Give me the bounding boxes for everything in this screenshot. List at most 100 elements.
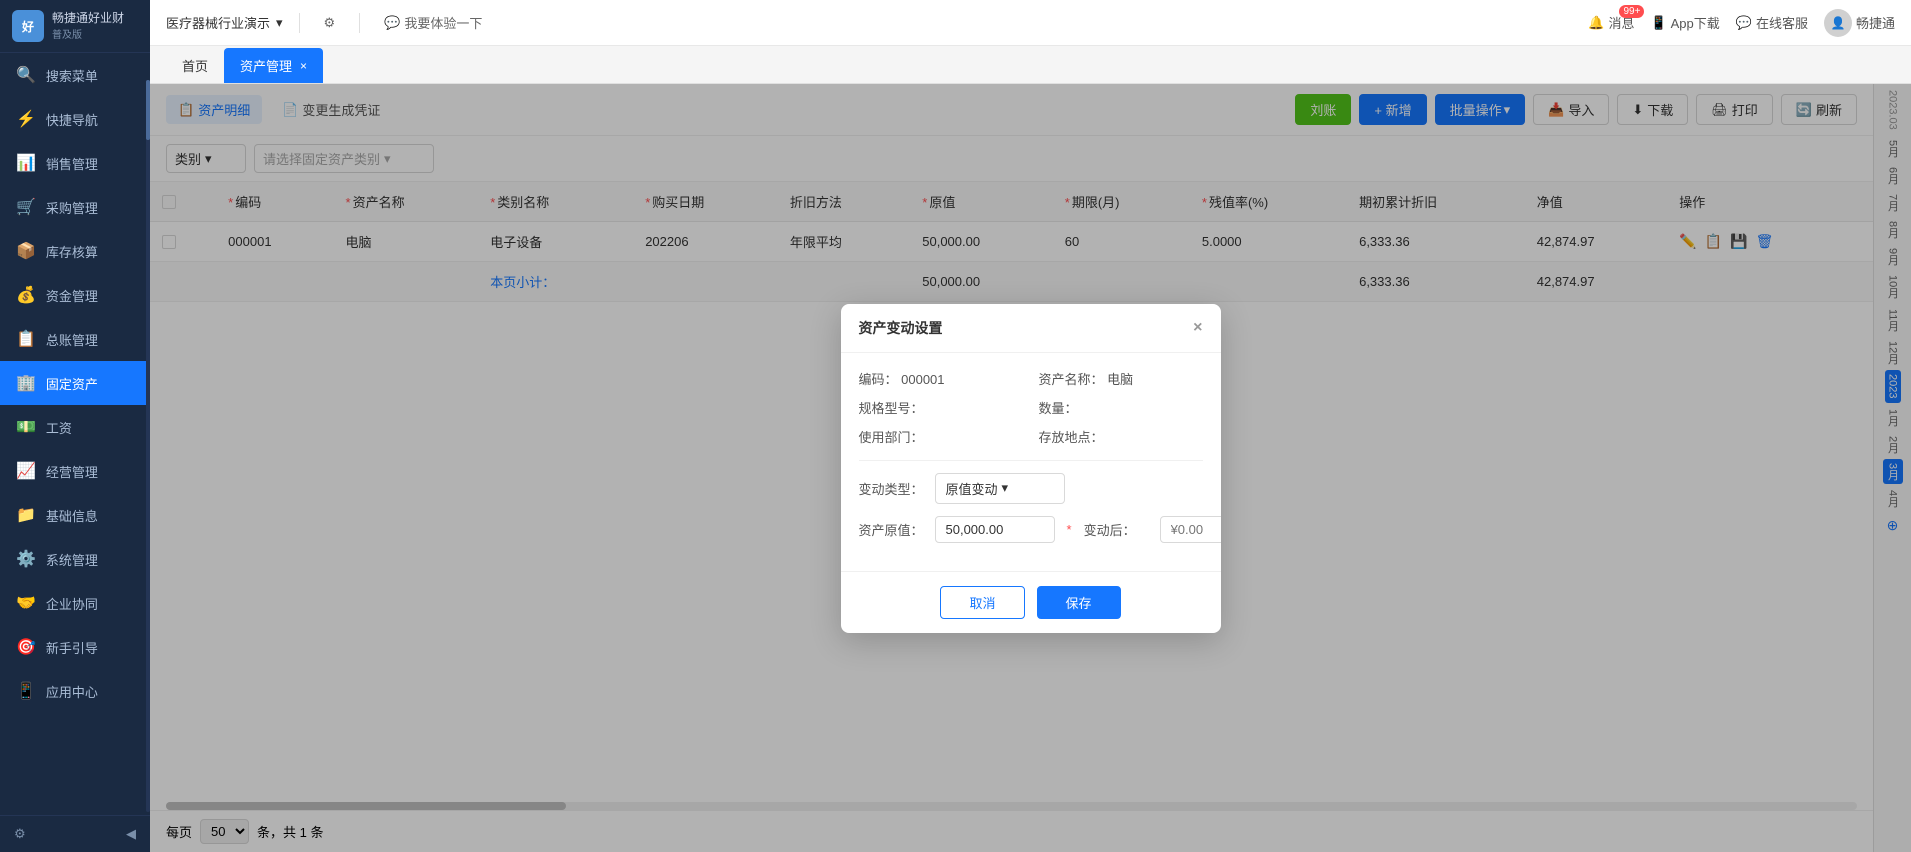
company-selector[interactable]: 医疗器械行业演示 ▾ xyxy=(166,13,283,32)
quick-nav-icon: ⚡ xyxy=(16,109,36,129)
logo-icon: 好 xyxy=(12,10,44,42)
save-button[interactable]: 保存 xyxy=(1037,586,1121,619)
basic-info-icon: 📁 xyxy=(16,505,36,525)
asset-name-label: 资产名称： 电脑 xyxy=(1039,369,1203,388)
purchase-icon: 🛒 xyxy=(16,197,36,217)
settings-icon[interactable]: ⚙ xyxy=(14,826,26,842)
guide-icon: 🎯 xyxy=(16,637,36,657)
sales-icon: 📊 xyxy=(16,153,36,173)
feedback-btn[interactable]: 💬 我要体验一下 xyxy=(376,9,490,36)
operations-icon: 📈 xyxy=(16,461,36,481)
code-field: 编码： 000001 xyxy=(859,369,1023,388)
sidebar-item-label: 企业协同 xyxy=(46,594,98,613)
sidebar-item-label: 固定资产 xyxy=(46,374,98,393)
service-icon: 💬 xyxy=(1736,15,1752,31)
asset-value-label: 资产原值： xyxy=(859,520,927,539)
sidebar-item-label: 工资 xyxy=(46,418,72,437)
enterprise-icon: 🤝 xyxy=(16,593,36,613)
sidebar-item-system[interactable]: ⚙️ 系统管理 xyxy=(0,537,150,581)
asset-tab-label: 资产管理 xyxy=(240,56,292,75)
sidebar-logo: 好 畅捷通好业财 普及版 xyxy=(0,0,150,53)
company-name: 医疗器械行业演示 xyxy=(166,13,270,32)
sidebar-item-label: 销售管理 xyxy=(46,154,98,173)
feedback-icon: 💬 xyxy=(384,15,400,31)
sidebar-item-operations[interactable]: 📈 经营管理 xyxy=(0,449,150,493)
collapse-icon[interactable]: ◀ xyxy=(126,826,136,842)
app-center-icon: 📱 xyxy=(16,681,36,701)
payroll-icon: 💵 xyxy=(16,417,36,437)
sidebar-item-app-center[interactable]: 📱 应用中心 xyxy=(0,669,150,713)
sidebar-item-payroll[interactable]: 💵 工资 xyxy=(0,405,150,449)
change-type-label: 变动类型： xyxy=(859,479,927,498)
asset-value-input[interactable] xyxy=(935,516,1055,543)
notification-btn[interactable]: 🔔 消息 99+ xyxy=(1588,13,1634,32)
tab-close-icon[interactable]: × xyxy=(300,59,307,73)
sidebar-item-finance[interactable]: 💰 资金管理 xyxy=(0,273,150,317)
sidebar-item-label: 新手引导 xyxy=(46,638,98,657)
sidebar-nav: 🔍 搜索菜单 ⚡ 快捷导航 📊 销售管理 🛒 采购管理 📦 库存核算 💰 资金管… xyxy=(0,53,150,815)
quantity-label: 数量： xyxy=(1039,398,1203,417)
content-area: 📋 资产明细 📄 变更生成凭证 刘账 + 新增 批量操作 xyxy=(150,84,1911,852)
sidebar-item-basic-info[interactable]: 📁 基础信息 xyxy=(0,493,150,537)
sidebar: 好 畅捷通好业财 普及版 🔍 搜索菜单 ⚡ 快捷导航 📊 销售管理 🛒 采购管理… xyxy=(0,0,150,852)
user-info[interactable]: 👤 畅捷通 xyxy=(1824,9,1895,37)
avatar: 👤 xyxy=(1824,9,1852,37)
app-download-btn[interactable]: 📱 App下载 xyxy=(1650,13,1719,32)
settings-btn[interactable]: ⚙ xyxy=(316,11,344,35)
system-icon: ⚙️ xyxy=(16,549,36,569)
location-field: 存放地点： xyxy=(1039,427,1203,446)
home-tab-label: 首页 xyxy=(182,56,208,75)
sidebar-item-label: 资金管理 xyxy=(46,286,98,305)
sidebar-item-quick-nav[interactable]: ⚡ 快捷导航 xyxy=(0,97,150,141)
sidebar-item-purchase[interactable]: 🛒 采购管理 xyxy=(0,185,150,229)
main-area: 医疗器械行业演示 ▾ ⚙ 💬 我要体验一下 🔔 消息 99+ 📱 App下载 💬 xyxy=(150,0,1911,852)
sidebar-item-search[interactable]: 🔍 搜索菜单 xyxy=(0,53,150,97)
notification-badge: 99+ xyxy=(1619,5,1644,18)
cancel-button[interactable]: 取消 xyxy=(940,586,1024,619)
code-label: 编码： 000001 xyxy=(859,369,1023,388)
sidebar-item-enterprise[interactable]: 🤝 企业协同 xyxy=(0,581,150,625)
sidebar-item-fixed-assets[interactable]: 🏢 固定资产 xyxy=(0,361,150,405)
sidebar-item-ledger[interactable]: 📋 总账管理 xyxy=(0,317,150,361)
asset-value-row: 资产原值： * 变动后： xyxy=(859,516,1203,543)
dialog-header: 资产变动设置 × xyxy=(841,304,1221,353)
sidebar-item-label: 基础信息 xyxy=(46,506,98,525)
asset-name-field: 资产名称： 电脑 xyxy=(1039,369,1203,388)
change-type-select[interactable]: 原值变动 ▾ xyxy=(935,473,1065,504)
sidebar-item-label: 系统管理 xyxy=(46,550,98,569)
finance-icon: 💰 xyxy=(16,285,36,305)
sidebar-item-label: 应用中心 xyxy=(46,682,98,701)
app-download-label: App下载 xyxy=(1671,13,1720,32)
dialog-body: 编码： 000001 资产名称： 电脑 规格型号 xyxy=(841,353,1221,571)
dialog-info-grid: 编码： 000001 资产名称： 电脑 规格型号 xyxy=(859,369,1203,446)
inventory-icon: 📦 xyxy=(16,241,36,261)
online-service-btn[interactable]: 💬 在线客服 xyxy=(1736,13,1808,32)
asset-change-dialog: 资产变动设置 × 编码： 000001 资产名称： xyxy=(841,304,1221,633)
sidebar-item-guide[interactable]: 🎯 新手引导 xyxy=(0,625,150,669)
change-type-value: 原值变动 xyxy=(946,479,998,498)
company-dropdown-icon: ▾ xyxy=(276,15,283,31)
dialog-title: 资产变动设置 xyxy=(859,318,943,338)
change-type-dropdown-icon: ▾ xyxy=(1002,480,1009,496)
topbar: 医疗器械行业演示 ▾ ⚙ 💬 我要体验一下 🔔 消息 99+ 📱 App下载 💬 xyxy=(150,0,1911,46)
ledger-icon: 📋 xyxy=(16,329,36,349)
after-change-input[interactable] xyxy=(1160,516,1221,543)
dialog-overlay: 资产变动设置 × 编码： 000001 资产名称： xyxy=(150,84,1911,852)
app-version: 普及版 xyxy=(52,26,124,41)
dialog-footer: 取消 保存 xyxy=(841,571,1221,633)
after-change-label: 变动后： xyxy=(1084,520,1152,539)
sidebar-item-sales[interactable]: 📊 销售管理 xyxy=(0,141,150,185)
download-icon: 📱 xyxy=(1650,15,1666,31)
sidebar-item-label: 总账管理 xyxy=(46,330,98,349)
tab-home[interactable]: 首页 xyxy=(166,48,224,83)
username: 畅捷通 xyxy=(1856,13,1895,32)
sidebar-item-label: 经营管理 xyxy=(46,462,98,481)
notification-icon: 🔔 xyxy=(1588,15,1604,31)
sidebar-item-label: 快捷导航 xyxy=(46,110,98,129)
dialog-close-btn[interactable]: × xyxy=(1193,319,1202,337)
sidebar-item-label: 库存核算 xyxy=(46,242,98,261)
sidebar-item-inventory[interactable]: 📦 库存核算 xyxy=(0,229,150,273)
fixed-assets-icon: 🏢 xyxy=(16,373,36,393)
tab-asset-management[interactable]: 资产管理 × xyxy=(224,48,323,83)
tabs-bar: 首页 资产管理 × xyxy=(150,46,1911,84)
